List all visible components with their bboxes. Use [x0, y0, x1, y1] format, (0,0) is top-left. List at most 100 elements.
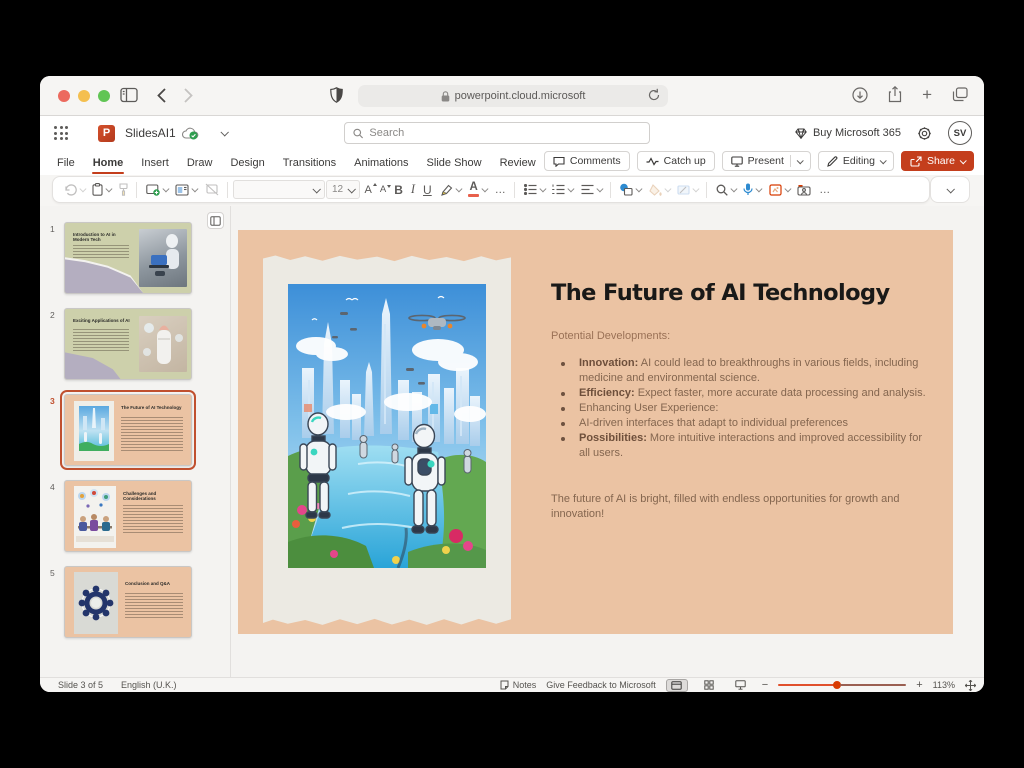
font-more-button[interactable]: …: [491, 179, 509, 201]
share-chevron-icon[interactable]: [960, 157, 967, 164]
present-label: Present: [748, 155, 784, 167]
feedback-link[interactable]: Give Feedback to Microsoft: [546, 680, 656, 690]
zoom-slider[interactable]: [778, 681, 906, 689]
buy-microsoft-365-button[interactable]: Buy Microsoft 365: [795, 127, 901, 139]
slide-4-thumbnail[interactable]: Challenges and Considerations: [64, 480, 192, 552]
cloud-saved-icon: [182, 127, 199, 140]
slide-image-frame[interactable]: [263, 254, 511, 626]
title-chevron-icon[interactable]: [220, 128, 228, 136]
slide-bullet-list[interactable]: Innovation: AI could lead to breakthroug…: [556, 356, 928, 461]
slide-title[interactable]: The Future of AI Technology: [551, 280, 941, 306]
font-color-button[interactable]: A: [465, 179, 491, 201]
catch-up-button[interactable]: Catch up: [637, 151, 715, 171]
italic-button[interactable]: I: [407, 179, 418, 201]
find-button[interactable]: [712, 179, 739, 201]
highlight-button[interactable]: [436, 179, 464, 201]
account-avatar[interactable]: SV: [948, 121, 972, 145]
layout-button[interactable]: [172, 179, 201, 201]
slide-3-thumbnail[interactable]: The Future of AI Technology: [64, 394, 192, 466]
slide-5-thumbnail[interactable]: Conclusion and Q&A: [64, 566, 192, 638]
slide-subtitle[interactable]: Potential Developments:: [551, 330, 670, 342]
cameo-button[interactable]: [794, 179, 815, 201]
menu-draw[interactable]: Draw: [178, 150, 222, 175]
shape-fill-button[interactable]: [645, 179, 673, 201]
present-chevron-icon[interactable]: [797, 157, 804, 164]
bullets-button[interactable]: [520, 179, 548, 201]
collapse-ribbon-button[interactable]: [930, 176, 970, 203]
fit-to-window-icon[interactable]: [965, 680, 976, 691]
menu-file[interactable]: File: [48, 150, 84, 175]
numbering-button[interactable]: [549, 179, 577, 201]
toolbar-more-button[interactable]: …: [816, 179, 834, 201]
minimize-window-button[interactable]: [78, 90, 90, 102]
pencil-icon: [827, 156, 838, 167]
slide-closing-text[interactable]: The future of AI is bright, filled with …: [551, 492, 931, 522]
shape-outline-button[interactable]: [674, 179, 702, 201]
editing-mode-button[interactable]: Editing: [818, 151, 894, 171]
document-title[interactable]: SlidesAI1: [125, 126, 176, 140]
font-name-combobox[interactable]: [233, 180, 325, 199]
new-tab-icon[interactable]: +: [922, 86, 932, 103]
tab-overview-icon[interactable]: [952, 87, 968, 102]
lock-icon: [441, 91, 450, 102]
align-button[interactable]: [577, 179, 605, 201]
comment-icon: [553, 156, 565, 167]
paste-button[interactable]: [89, 179, 115, 201]
powerpoint-logo-icon[interactable]: P: [98, 125, 115, 142]
present-button[interactable]: Present: [722, 151, 811, 171]
normal-view-button[interactable]: [666, 679, 688, 692]
share-button[interactable]: Share: [901, 151, 974, 171]
menu-transitions[interactable]: Transitions: [274, 150, 345, 175]
zoom-in-button[interactable]: +: [916, 679, 922, 691]
app-launcher-icon[interactable]: [54, 126, 68, 140]
editing-chevron-icon[interactable]: [880, 157, 887, 164]
shrink-font-button[interactable]: A: [376, 179, 389, 201]
undo-button[interactable]: [60, 179, 88, 201]
menu-home[interactable]: Home: [84, 150, 133, 175]
designer-button[interactable]: [765, 179, 793, 201]
slide-sorter-view-button[interactable]: [698, 679, 720, 692]
search-box[interactable]: [344, 122, 650, 144]
slide-2-thumbnail[interactable]: Exciting Applications of AI: [64, 308, 192, 380]
current-slide[interactable]: The Future of AI Technology Potential De…: [238, 230, 953, 634]
notes-icon: [500, 680, 509, 690]
menu-review[interactable]: Review: [491, 150, 545, 175]
shapes-button[interactable]: [616, 179, 645, 201]
back-icon[interactable]: [157, 88, 166, 103]
menu-insert[interactable]: Insert: [132, 150, 178, 175]
language-indicator[interactable]: English (U.K.): [121, 680, 177, 690]
menu-slide-show[interactable]: Slide Show: [418, 150, 491, 175]
zoom-window-button[interactable]: [98, 90, 110, 102]
new-slide-button[interactable]: [142, 179, 171, 201]
designer-off-button[interactable]: [201, 179, 222, 201]
notes-button[interactable]: Notes: [500, 680, 537, 690]
font-size-combobox[interactable]: 12: [326, 180, 360, 199]
grow-font-button[interactable]: A: [361, 179, 375, 201]
slideshow-view-button[interactable]: [730, 679, 752, 692]
address-bar[interactable]: powerpoint.cloud.microsoft: [358, 85, 668, 107]
slide-canvas: The Future of AI Technology Potential De…: [232, 206, 984, 677]
share-page-icon[interactable]: [888, 86, 902, 103]
sidebar-toggle-icon[interactable]: [120, 87, 138, 103]
share-icon: [910, 156, 922, 167]
search-input[interactable]: [369, 127, 641, 139]
slide-counter[interactable]: Slide 3 of 5: [58, 680, 103, 690]
close-window-button[interactable]: [58, 90, 70, 102]
zoom-out-button[interactable]: −: [762, 679, 768, 691]
comments-button[interactable]: Comments: [544, 151, 630, 171]
zoom-level[interactable]: 113%: [933, 680, 955, 690]
dictate-button[interactable]: [740, 179, 765, 201]
comments-label: Comments: [570, 155, 621, 167]
address-text: powerpoint.cloud.microsoft: [455, 90, 586, 102]
downloads-icon[interactable]: [852, 87, 868, 103]
reload-icon[interactable]: [648, 88, 660, 102]
menu-design[interactable]: Design: [221, 150, 273, 175]
format-painter-button[interactable]: [115, 179, 131, 201]
privacy-shield-icon[interactable]: [330, 87, 343, 103]
forward-icon[interactable]: [184, 88, 193, 103]
settings-gear-icon[interactable]: [917, 126, 932, 141]
slide-1-thumbnail[interactable]: Introduction to AI in Modern Tech: [64, 222, 192, 294]
bold-button[interactable]: B: [391, 179, 407, 201]
menu-animations[interactable]: Animations: [345, 150, 417, 175]
underline-button[interactable]: U: [420, 179, 436, 201]
